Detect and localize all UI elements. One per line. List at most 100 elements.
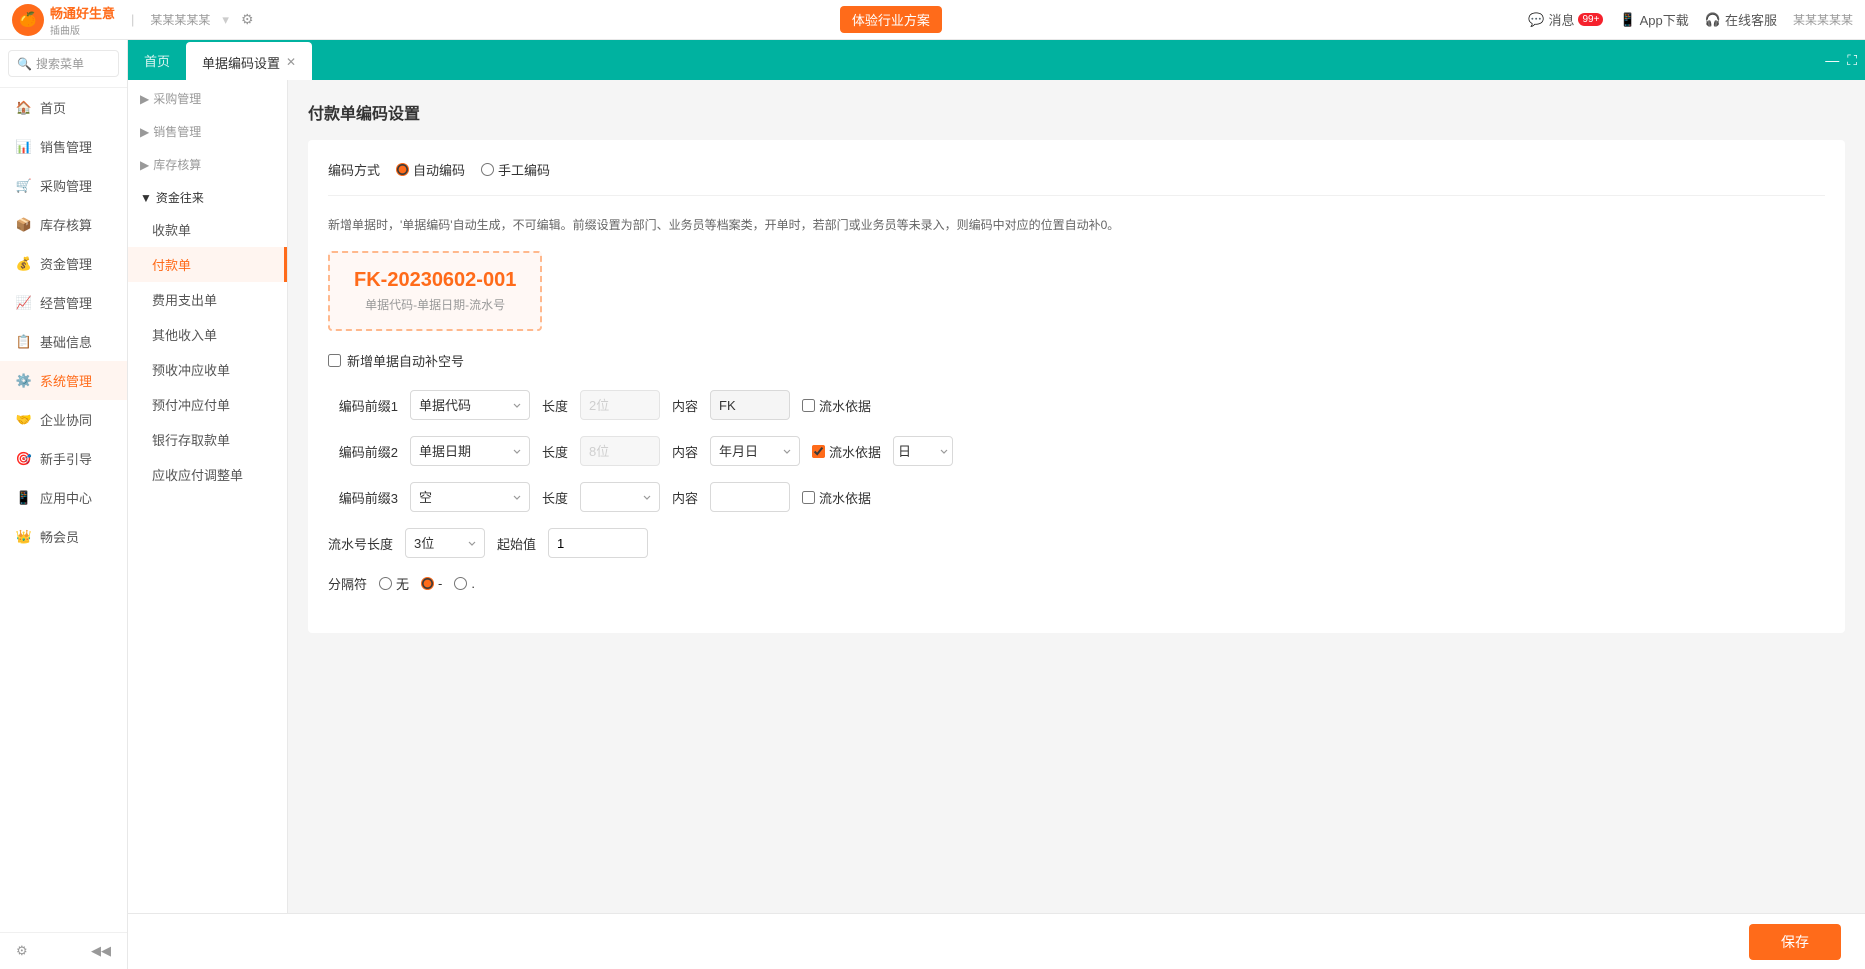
top-bar-brand: 某某某某某 [150,11,210,28]
sep-dot-radio[interactable] [454,577,467,590]
start-value-input[interactable] [548,528,648,558]
tab-close-icon[interactable]: ✕ [286,55,296,69]
code-preview-main: FK-20230602-001 [354,269,516,292]
save-button[interactable]: 保存 [1749,924,1841,960]
purchase-icon: 🛒 [16,178,32,194]
user-name: 某某某某某 [1793,11,1853,28]
maximize-icon[interactable]: ⛶ [1847,52,1857,69]
left-sidebar: 🔍 搜索菜单 🏠 首页 📊 销售管理 🛒 采购管理 📦 库存核算 💰 [0,40,128,969]
top-bar-right: 💬 消息 99+ 📱 App下载 🎧 在线客服 某某某某某 [1528,10,1853,29]
sep-none-radio[interactable] [379,577,392,590]
sidebar-item-system[interactable]: ⚙️ 系统管理 [0,361,127,400]
auto-fill-checkbox[interactable] [328,354,341,367]
sidebar-item-guide[interactable]: 🎯 新手引导 [0,439,127,478]
app-download-btn[interactable]: 📱 App下载 [1619,10,1688,29]
stream-2-checkbox[interactable] [812,445,825,458]
sidebar-item-apps[interactable]: 📱 应用中心 [0,478,127,517]
sub-item-pre-payment[interactable]: 预付冲应付单 [128,387,287,422]
sub-group-inventory-title[interactable]: ▶ 库存核算 [128,146,287,179]
sub-item-payment[interactable]: 付款单 [128,247,287,282]
sub-group-sales-title[interactable]: ▶ 销售管理 [128,113,287,146]
sidebar-item-sales[interactable]: 📊 销售管理 [0,127,127,166]
encoding-method-row: 编码方式 自动编码 手工编码 [328,160,1825,196]
auto-encode-radio[interactable] [396,163,409,176]
sidebar-item-label: 首页 [40,98,66,117]
sep-none-option[interactable]: 无 [379,574,409,593]
manual-encode-radio[interactable] [481,163,494,176]
stream-2-select[interactable]: 日 月 年 [893,436,953,466]
settings-icon[interactable]: ⚙ [241,11,254,28]
length-2-select[interactable]: 8位 [580,436,660,466]
sep-dash-radio[interactable] [421,577,434,590]
sidebar-item-operation[interactable]: 📈 经营管理 [0,283,127,322]
auto-encode-option[interactable]: 自动编码 [396,160,465,179]
search-icon: 🔍 [17,57,32,71]
basic-icon: 📋 [16,334,32,350]
system-icon: ⚙️ [16,373,32,389]
arrow-icon: ▶ [140,125,149,139]
sep-dot-option[interactable]: . [454,576,475,591]
prefix-3-select[interactable]: 空 [410,482,530,512]
content-3-input[interactable] [710,482,790,512]
sub-group-fund: ▼ 资金往来 收款单 付款单 费用支出单 其他收入单 [128,179,287,492]
prefix-row-1: 编码前缀1 单据代码 长度 2位 内容 流水依据 [328,390,1825,420]
stream-1-checkbox[interactable] [802,399,815,412]
tab-bar: 首页 单据编码设置 ✕ — ⛶ [128,40,1865,80]
encoding-method-label: 编码方式 [328,160,380,179]
footer-bar: 保存 [128,913,1865,969]
sub-item-other-income[interactable]: 其他收入单 [128,317,287,352]
sub-group-fund-title[interactable]: ▼ 资金往来 [128,179,287,212]
content-2-select[interactable]: 年月日 [710,436,800,466]
length-3-label: 长度 [542,488,568,507]
sidebar-item-fund[interactable]: 💰 资金管理 [0,244,127,283]
settings-footer-icon[interactable]: ⚙ [16,943,28,959]
tab-home-label: 首页 [144,51,170,70]
sidebar-item-label: 库存核算 [40,215,92,234]
sub-item-bank[interactable]: 银行存取款单 [128,422,287,457]
length-3-select[interactable] [580,482,660,512]
stream-3-checkbox[interactable] [802,491,815,504]
fund-icon: 💰 [16,256,32,272]
sub-item-adjust[interactable]: 应收应付调整单 [128,457,287,492]
industry-btn[interactable]: 体验行业方案 [840,6,942,33]
sep-dash-option[interactable]: - [421,576,442,591]
sidebar-item-label: 销售管理 [40,137,92,156]
sidebar-item-member[interactable]: 👑 畅会员 [0,517,127,556]
serial-length-label: 流水号长度 [328,534,393,553]
message-btn[interactable]: 💬 消息 99+ [1528,10,1603,29]
download-icon: 📱 [1619,12,1635,28]
tab-encode-setting[interactable]: 单据编码设置 ✕ [186,42,312,82]
prefix-1-select[interactable]: 单据代码 [410,390,530,420]
logo-area: 🍊 畅通好生意 插曲版 [12,3,115,37]
length-1-select[interactable]: 2位 [580,390,660,420]
search-menu-btn[interactable]: 🔍 搜索菜单 [8,50,119,77]
content-3-label: 内容 [672,488,698,507]
sub-group-purchase-title[interactable]: ▶ 采购管理 [128,80,287,113]
prefix-2-select[interactable]: 单据日期 [410,436,530,466]
sidebar-item-home[interactable]: 🏠 首页 [0,88,127,127]
serial-length-select[interactable]: 3位 4位 5位 [405,528,485,558]
inventory-icon: 📦 [16,217,32,233]
sidebar-item-label: 企业协同 [40,410,92,429]
prefix-1-label: 编码前缀1 [328,396,398,415]
sub-item-pre-receipt[interactable]: 预收冲应收单 [128,352,287,387]
sub-item-expense[interactable]: 费用支出单 [128,282,287,317]
sidebar-item-basic[interactable]: 📋 基础信息 [0,322,127,361]
tab-home[interactable]: 首页 [128,40,186,80]
stream-2-label: 流水依据 [812,442,881,461]
top-bar-left: 🍊 畅通好生意 插曲版 | 某某某某某 ▾ ⚙ [12,3,254,37]
sidebar-item-purchase[interactable]: 🛒 采购管理 [0,166,127,205]
sidebar-item-corp[interactable]: 🤝 企业协同 [0,400,127,439]
sidebar-item-inventory[interactable]: 📦 库存核算 [0,205,127,244]
online-service-btn[interactable]: 🎧 在线客服 [1705,10,1777,29]
collapse-icon[interactable]: ◀◀ [91,943,111,959]
logo-main: 畅通好生意 [50,3,115,22]
sub-item-receipt[interactable]: 收款单 [128,212,287,247]
manual-encode-option[interactable]: 手工编码 [481,160,550,179]
main-layout: 🔍 搜索菜单 🏠 首页 📊 销售管理 🛒 采购管理 📦 库存核算 💰 [0,40,1865,969]
main-content: 付款单编码设置 编码方式 自动编码 手工编码 [288,80,1865,913]
minimize-icon[interactable]: — [1825,52,1839,68]
sidebar-item-label: 经营管理 [40,293,92,312]
sidebar-item-label: 应用中心 [40,488,92,507]
arrow-icon: ▶ [140,158,149,172]
